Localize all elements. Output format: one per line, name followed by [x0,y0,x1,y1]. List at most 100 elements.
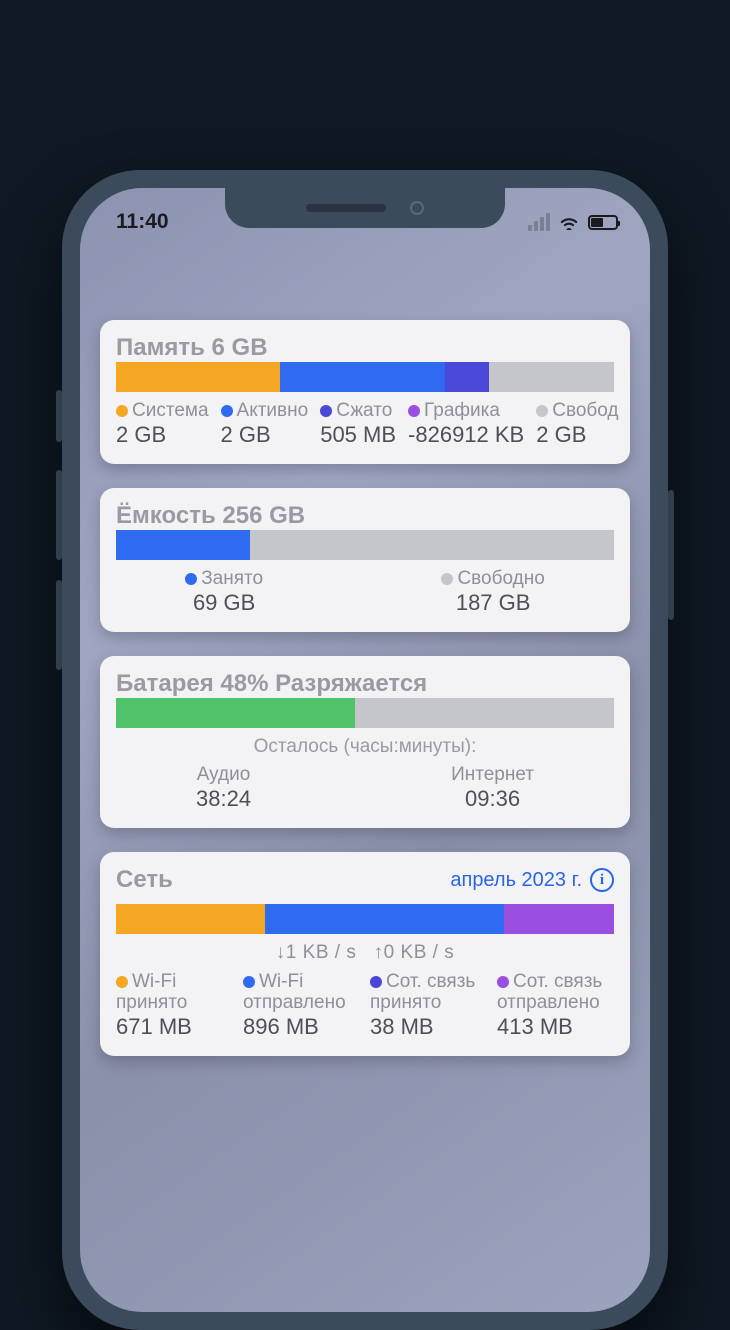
storage-bar [116,530,614,560]
legend-label: Свободно [457,568,544,590]
legend-label-line1: Wi-Fi [243,972,360,993]
bar-segment [116,362,280,392]
legend-value: 896 MB [243,1014,360,1040]
legend-item: Система2 GB [116,400,209,448]
legend-dot-icon [221,405,233,417]
storage-legend: Занято69 GB Свободно187 GB [116,568,614,616]
screen: 11:40 Память 6 GB Система2 GBАктивно2 GB… [80,188,650,1312]
legend-value: 2 GB [116,422,209,448]
bar-segment [265,904,504,934]
network-speed: ↓1 KB / s ↑0 KB / s [116,942,614,964]
storage-card[interactable]: Ёмкость 256 GB Занято69 GB Свободно187 GB [100,488,630,632]
battery-bar [116,698,614,728]
status-right [528,213,618,231]
memory-card[interactable]: Память 6 GB Система2 GBАктивно2 GBСжато5… [100,320,630,464]
legend-item: Занято69 GB [185,568,263,616]
legend-dot-icon [536,405,548,417]
legend-label: Свобод [552,400,618,422]
legend-dot-icon [243,976,255,988]
legend-item: Аудио38:24 [196,764,251,812]
mute-switch[interactable] [56,390,62,442]
legend-item: Интернет09:36 [451,764,534,812]
volume-down-button[interactable] [56,580,62,670]
bar-segment [250,530,614,560]
legend-label: Сжато [336,400,392,422]
status-bar: 11:40 [80,188,650,246]
legend-item: Сот. связьотправлено413 MB [497,972,614,1040]
legend-dot-icon [320,405,332,417]
network-period: апрель 2023 г. [450,869,582,892]
battery-icon [588,215,618,230]
battery-title: Батарея 48% Разряжается [116,670,614,698]
legend-item: Wi-Fiпринято671 MB [116,972,233,1040]
legend-value: 69 GB [193,590,255,616]
bar-segment [280,362,444,392]
network-title: Сеть [116,866,173,894]
speed-up: ↑0 KB / s [374,942,455,963]
legend-item: Активно2 GB [221,400,309,448]
legend-item: Wi-Fiотправлено896 MB [243,972,360,1040]
bar-segment [355,698,614,728]
legend-value: 671 MB [116,1014,233,1040]
legend-dot-icon [408,405,420,417]
status-time: 11:40 [116,210,169,234]
legend-value: -826912 KB [408,422,524,448]
legend-dot-icon [370,976,382,988]
memory-title: Память 6 GB [116,334,614,362]
legend-label: Графика [424,400,500,422]
legend-label: Интернет [451,764,534,786]
legend-label: Аудио [197,764,251,786]
legend-dot-icon [497,976,509,988]
legend-value: 187 GB [456,590,531,616]
legend-value: 2 GB [536,422,618,448]
power-button[interactable] [668,490,674,620]
legend-label: Активно [237,400,309,422]
info-icon[interactable]: i [590,868,614,892]
content-column: Память 6 GB Система2 GBАктивно2 GBСжато5… [100,320,630,1056]
legend-label-line1: Сот. связь [497,972,614,993]
bar-segment [445,362,490,392]
bar-segment [116,904,265,934]
legend-value: 413 MB [497,1014,614,1040]
legend-label: Занято [201,568,263,590]
battery-card[interactable]: Батарея 48% Разряжается Осталось (часы:м… [100,656,630,828]
network-legend: Wi-Fiпринято671 MBWi-Fiотправлено896 MBС… [116,972,614,1040]
legend-dot-icon [185,573,197,585]
wifi-icon [558,214,580,230]
bar-segment [504,904,614,934]
memory-legend: Система2 GBАктивно2 GBСжато505 MBГрафика… [116,400,630,448]
legend-label-line2: отправлено [497,993,614,1014]
legend-item: Графика-826912 KB [408,400,524,448]
legend-dot-icon [116,976,128,988]
legend-item: Сот. связьпринято38 MB [370,972,487,1040]
cellular-signal-icon [528,213,550,231]
battery-caption: Осталось (часы:минуты): [116,736,614,758]
volume-up-button[interactable] [56,470,62,560]
legend-value: 38:24 [196,786,251,812]
legend-label-line2: принято [370,993,487,1014]
bar-segment [116,698,355,728]
legend-item: Свобод2 GB [536,400,618,448]
memory-bar [116,362,614,392]
legend-dot-icon [441,573,453,585]
legend-item: Сжато505 MB [320,400,396,448]
legend-value: 38 MB [370,1014,487,1040]
phone-frame: 11:40 Память 6 GB Система2 GBАктивно2 GB… [62,170,668,1330]
network-bar [116,904,614,934]
battery-legend: Аудио38:24 Интернет09:36 [116,764,614,812]
legend-dot-icon [116,405,128,417]
legend-value: 505 MB [320,422,396,448]
legend-label-line1: Wi-Fi [116,972,233,993]
legend-label: Система [132,400,209,422]
legend-label-line2: отправлено [243,993,360,1014]
storage-title: Ёмкость 256 GB [116,502,614,530]
network-period-link[interactable]: апрель 2023 г. i [450,868,614,892]
legend-label-line1: Сот. связь [370,972,487,993]
network-card[interactable]: Сеть апрель 2023 г. i ↓1 KB / s ↑0 KB / … [100,852,630,1056]
legend-label-line2: принято [116,993,233,1014]
speed-down: ↓1 KB / s [276,942,357,963]
legend-item: Свободно187 GB [441,568,544,616]
bar-segment [489,362,614,392]
bar-segment [116,530,250,560]
legend-value: 09:36 [465,786,520,812]
